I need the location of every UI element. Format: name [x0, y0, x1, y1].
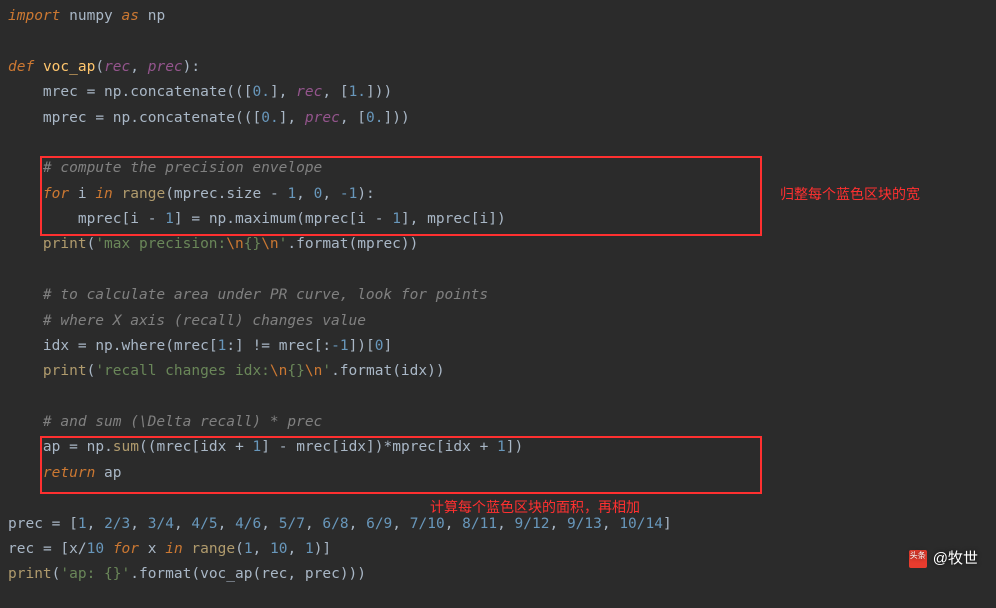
code-line: mprec = np.concatenate(([0.], prec, [0.]…: [8, 106, 988, 131]
code-line: # and sum (\Delta recall) * prec: [8, 410, 988, 435]
code-line: # where X axis (recall) changes value: [8, 309, 988, 334]
code-line: prec = [1, 2/3, 3/4, 4/5, 4/6, 5/7, 6/8,…: [8, 512, 988, 537]
code-line: print('recall changes idx:\n{}\n'.format…: [8, 359, 988, 384]
blank-line: [8, 258, 988, 283]
blank-line: [8, 486, 988, 511]
blank-line: [8, 385, 988, 410]
code-line: mrec = np.concatenate(([0.], rec, [1.])): [8, 80, 988, 105]
code-line: def voc_ap(rec, prec):: [8, 55, 988, 80]
code-line: print('max precision:\n{}\n'.format(mpre…: [8, 232, 988, 257]
code-editor-viewport: import numpy as np def voc_ap(rec, prec)…: [0, 0, 996, 592]
code-line: ap = np.sum((mrec[idx + 1] - mrec[idx])*…: [8, 435, 988, 460]
watermark: @牧世: [909, 546, 978, 572]
blank-line: [8, 29, 988, 54]
code-line: for i in range(mprec.size - 1, 0, -1):: [8, 182, 988, 207]
code-line: print('ap: {}'.format(voc_ap(rec, prec))…: [8, 562, 988, 587]
blank-line: [8, 131, 988, 156]
code-line: mprec[i - 1] = np.maximum(mprec[i - 1], …: [8, 207, 988, 232]
code-line: return ap: [8, 461, 988, 486]
keyword-import: import: [8, 8, 60, 24]
toutiao-logo-icon: [909, 550, 927, 568]
code-line: idx = np.where(mrec[1:] != mrec[:-1])[0]: [8, 334, 988, 359]
code-line: # to calculate area under PR curve, look…: [8, 283, 988, 308]
code-line: import numpy as np: [8, 4, 988, 29]
code-line: # compute the precision envelope: [8, 156, 988, 181]
code-line: rec = [x/10 for x in range(1, 10, 1)]: [8, 537, 988, 562]
watermark-text: @牧世: [933, 546, 978, 572]
